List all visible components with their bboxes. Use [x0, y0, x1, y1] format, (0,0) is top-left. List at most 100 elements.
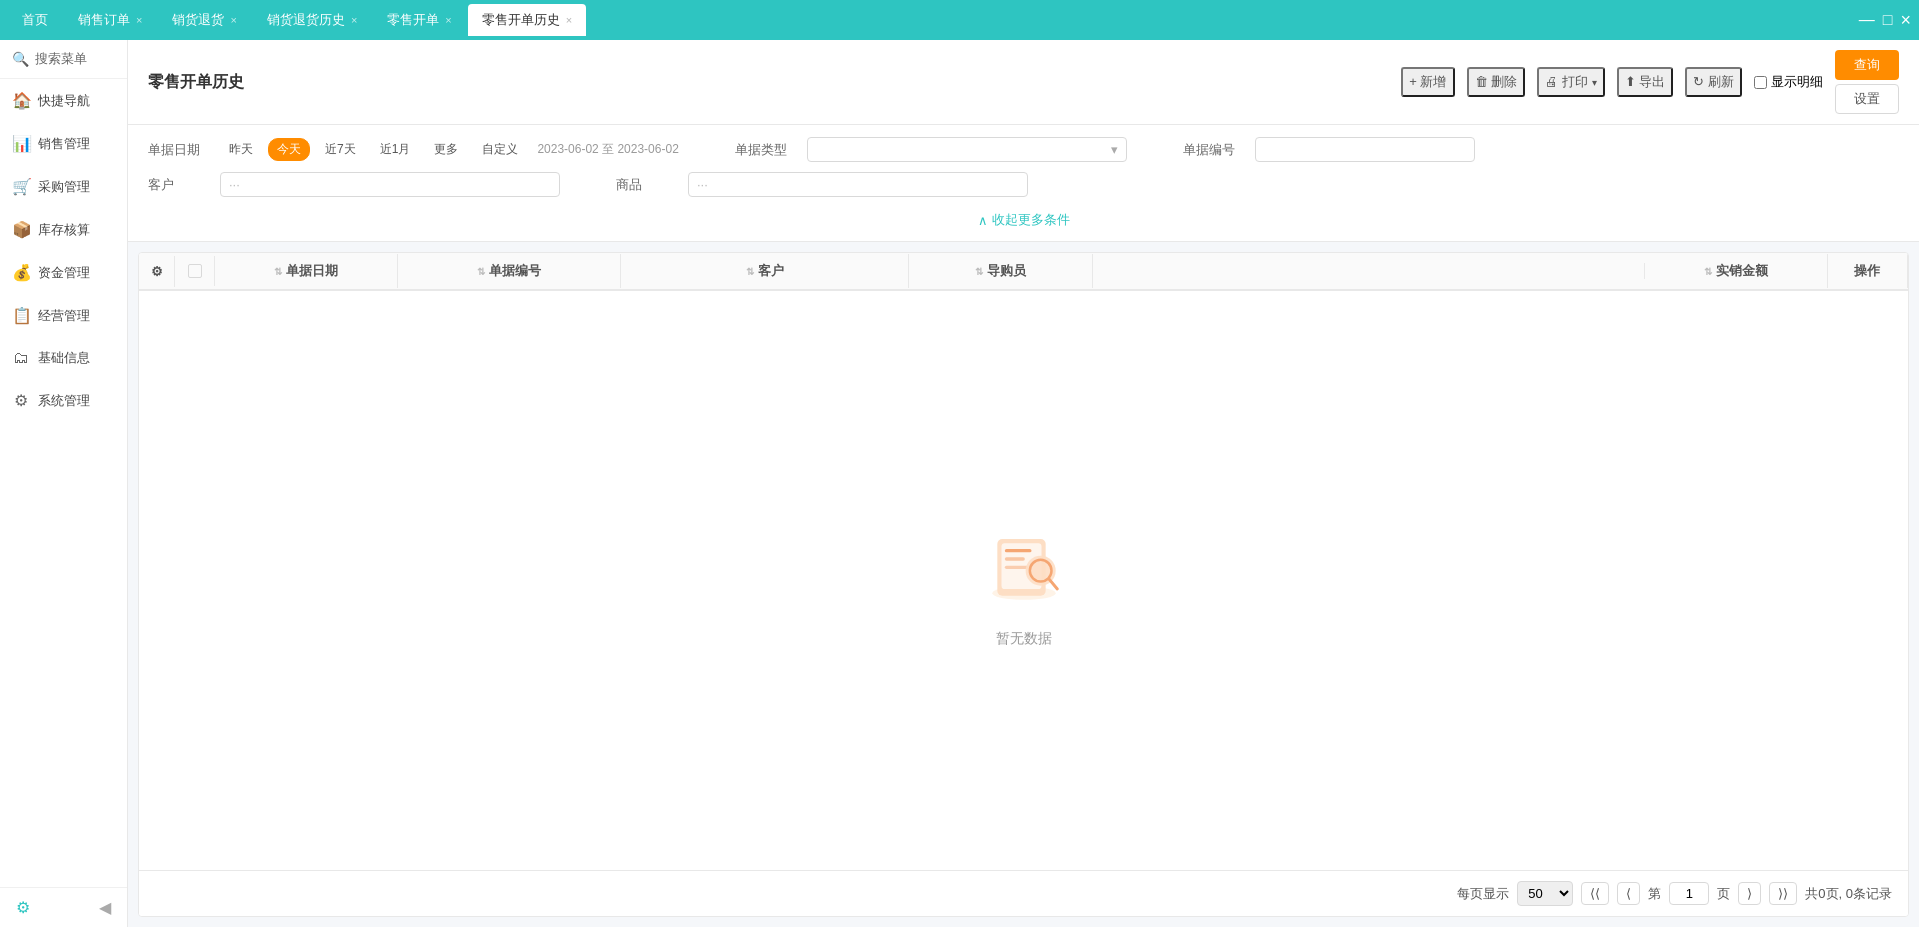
per-page-label: 每页显示 — [1457, 885, 1509, 903]
next-page-btn[interactable]: ⟩ — [1738, 882, 1761, 905]
table-header: ⚙ ⇅ 单据日期 ⇅ 单据编号 ⇅ 客户 ⇅ — [139, 253, 1908, 291]
toolbar: + 新增 🗑 删除 🖨 打印 ▾ ⬆ 导出 ↻ 刷新 显示明细 — [1401, 50, 1899, 114]
sidebar-item-purchase-mgmt[interactable]: 🛒 采购管理 — [0, 165, 127, 208]
svg-rect-5 — [1004, 565, 1027, 568]
cart-icon: 🛒 — [12, 177, 30, 196]
select-all-checkbox[interactable] — [188, 264, 202, 278]
svg-rect-3 — [1004, 549, 1031, 552]
query-button[interactable]: 查询 — [1835, 50, 1899, 80]
add-button[interactable]: + 新增 — [1401, 67, 1454, 97]
sort-icon[interactable]: ⇅ — [274, 266, 282, 277]
th-checkbox — [175, 256, 215, 286]
th-settings[interactable]: ⚙ — [139, 256, 175, 287]
th-amount: ⇅ 实销金额 — [1645, 254, 1828, 288]
gear-icon: ⚙ — [12, 391, 30, 410]
pagination: 每页显示 50 100 200 ⟨⟨ ⟨ 第 页 ⟩ ⟩⟩ 共0页, 0条记录 — [139, 870, 1908, 916]
tab-sales-return-history[interactable]: 销货退货历史 × — [253, 4, 371, 36]
th-number: ⇅ 单据编号 — [398, 254, 621, 288]
sidebar-search[interactable]: 🔍 搜索菜单 — [0, 40, 127, 79]
sort-icon[interactable]: ⇅ — [975, 266, 983, 277]
svg-line-8 — [1049, 579, 1057, 589]
sort-icon[interactable]: ⇅ — [746, 266, 754, 277]
main-layout: 🔍 搜索菜单 🏠 快捷导航 📊 销售管理 🛒 采购管理 📦 库存核算 💰 资金管… — [0, 40, 1919, 927]
date-filters: 昨天 今天 近7天 近1月 更多 自定义 2023-06-02 至 2023-0… — [220, 138, 679, 161]
sidebar-settings-icon[interactable]: ⚙ — [16, 898, 30, 917]
first-page-btn[interactable]: ⟨⟨ — [1581, 882, 1609, 905]
date-btn-last1m[interactable]: 近1月 — [371, 138, 420, 161]
box-icon: 📦 — [12, 220, 30, 239]
doc-num-input[interactable] — [1255, 137, 1475, 162]
sidebar-item-finance[interactable]: 💰 资金管理 — [0, 251, 127, 294]
clipboard-icon: 📋 — [12, 306, 30, 325]
sidebar-search-label: 搜索菜单 — [35, 50, 87, 68]
date-btn-yesterday[interactable]: 昨天 — [220, 138, 262, 161]
print-button[interactable]: 🖨 打印 ▾ — [1537, 67, 1605, 97]
page-title: 零售开单历史 — [148, 72, 244, 93]
window-controls: — □ × — [1859, 10, 1911, 31]
settings-button[interactable]: 设置 — [1835, 84, 1899, 114]
th-action: 操作 — [1828, 254, 1908, 288]
th-middle — [1093, 263, 1645, 279]
product-input[interactable]: ··· — [688, 172, 1028, 197]
total-info: 共0页, 0条记录 — [1805, 885, 1892, 903]
prev-page-btn[interactable]: ⟨ — [1617, 882, 1640, 905]
sort-icon[interactable]: ⇅ — [477, 266, 485, 277]
filter-row-1: 单据日期 昨天 今天 近7天 近1月 更多 自定义 2023-06-02 至 2… — [148, 137, 1899, 162]
display-detail-checkbox[interactable]: 显示明细 — [1754, 73, 1823, 91]
tab-sales-return[interactable]: 销货退货 × — [158, 4, 250, 36]
doc-type-select[interactable]: ▾ — [807, 137, 1127, 162]
th-customer: ⇅ 客户 — [621, 254, 910, 288]
sidebar-item-quick-nav[interactable]: 🏠 快捷导航 — [0, 79, 127, 122]
delete-button[interactable]: 🗑 删除 — [1467, 67, 1526, 97]
collapse-btn[interactable]: ∧ 收起更多条件 — [978, 211, 1070, 229]
money-icon: 💰 — [12, 263, 30, 282]
page-input[interactable] — [1669, 882, 1709, 905]
folder-icon: 🗂 — [12, 349, 30, 367]
filter-area: 单据日期 昨天 今天 近7天 近1月 更多 自定义 2023-06-02 至 2… — [128, 125, 1919, 242]
home-icon: 🏠 — [12, 91, 30, 110]
close-tab-sales-return-history[interactable]: × — [351, 14, 357, 26]
close-tab-retail-open-history[interactable]: × — [566, 14, 572, 26]
export-button[interactable]: ⬆ 导出 — [1617, 67, 1674, 97]
collapse-row: ∧ 收起更多条件 — [148, 207, 1899, 229]
search-icon: 🔍 — [12, 51, 29, 67]
date-btn-last7[interactable]: 近7天 — [316, 138, 365, 161]
sidebar-item-system[interactable]: ⚙ 系统管理 — [0, 379, 127, 422]
sidebar-item-inventory[interactable]: 📦 库存核算 — [0, 208, 127, 251]
table-container: ⚙ ⇅ 单据日期 ⇅ 单据编号 ⇅ 客户 ⇅ — [138, 252, 1909, 917]
filter-row-2: 客户 ··· 商品 ··· — [148, 172, 1899, 197]
sidebar-bottom: ⚙ ◀ — [0, 887, 127, 927]
tab-sales-order[interactable]: 销售订单 × — [64, 4, 156, 36]
sidebar-item-sales-mgmt[interactable]: 📊 销售管理 — [0, 122, 127, 165]
date-range-display: 2023-06-02 至 2023-06-02 — [537, 141, 678, 158]
tab-retail-open[interactable]: 零售开单 × — [373, 4, 465, 36]
content-area: 零售开单历史 + 新增 🗑 删除 🖨 打印 ▾ ⬆ 导出 ↻ 刷新 — [128, 40, 1919, 927]
chart-icon: 📊 — [12, 134, 30, 153]
window-close-btn[interactable]: × — [1900, 10, 1911, 31]
date-btn-more[interactable]: 更多 — [425, 138, 467, 161]
sidebar-collapse-icon[interactable]: ◀ — [99, 898, 111, 917]
sidebar-item-operations[interactable]: 📋 经营管理 — [0, 294, 127, 337]
sidebar-item-base-info[interactable]: 🗂 基础信息 — [0, 337, 127, 379]
close-tab-sales-return[interactable]: × — [230, 14, 236, 26]
chevron-down-icon: ▾ — [1111, 142, 1118, 157]
tab-home[interactable]: 首页 — [8, 4, 62, 36]
close-tab-retail-open[interactable]: × — [445, 14, 451, 26]
svg-rect-4 — [1004, 557, 1024, 560]
window-max-btn[interactable]: □ — [1883, 11, 1893, 29]
window-min-btn[interactable]: — — [1859, 11, 1875, 29]
customer-input[interactable]: ··· — [220, 172, 560, 197]
empty-text: 暂无数据 — [996, 630, 1052, 648]
last-page-btn[interactable]: ⟩⟩ — [1769, 882, 1797, 905]
table-settings-icon[interactable]: ⚙ — [151, 264, 163, 279]
refresh-button[interactable]: ↻ 刷新 — [1685, 67, 1742, 97]
th-date: ⇅ 单据日期 — [215, 254, 398, 288]
doc-type-label: 单据类型 — [735, 141, 791, 159]
tab-retail-open-history[interactable]: 零售开单历史 × — [468, 4, 586, 36]
date-btn-custom[interactable]: 自定义 — [473, 138, 527, 161]
close-tab-sales-order[interactable]: × — [136, 14, 142, 26]
date-btn-today[interactable]: 今天 — [268, 138, 310, 161]
per-page-select[interactable]: 50 100 200 — [1517, 881, 1573, 906]
empty-illustration — [974, 514, 1074, 614]
sort-icon[interactable]: ⇅ — [1704, 266, 1712, 277]
